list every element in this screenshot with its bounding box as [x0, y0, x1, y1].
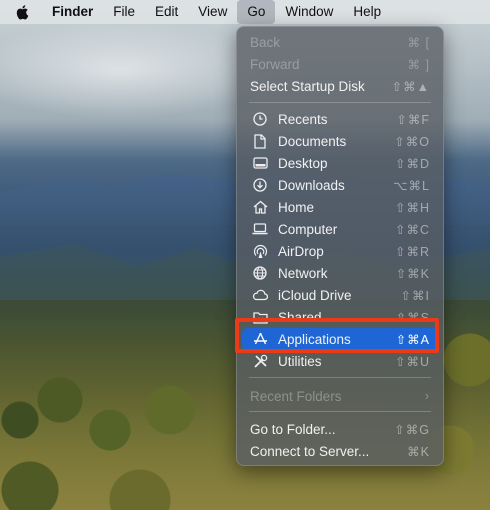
- menu-view[interactable]: View: [188, 0, 237, 24]
- menu-item-label: Computer: [278, 221, 338, 237]
- globe-icon: [252, 265, 268, 281]
- menu-finder[interactable]: Finder: [50, 0, 103, 24]
- shortcut-label: ⌘ [: [407, 35, 430, 50]
- home-icon: [252, 199, 268, 215]
- menu-item-forward[interactable]: Forward ⌘ ]: [242, 53, 438, 75]
- shortcut-label: ⇧⌘K: [395, 266, 430, 281]
- cloud-icon: [252, 287, 268, 303]
- shortcut-label: ⇧⌘U: [394, 354, 430, 369]
- shortcut-label: ⇧⌘▲: [391, 79, 430, 94]
- menu-item-label: Forward: [250, 56, 300, 72]
- menu-item-label: AirDrop: [278, 243, 324, 259]
- menu-bar: Finder File Edit View Go Window Help: [0, 0, 490, 24]
- menu-item-select-startup-disk[interactable]: Select Startup Disk ⇧⌘▲: [242, 75, 438, 97]
- download-icon: [252, 177, 268, 193]
- menu-item-desktop[interactable]: Desktop ⇧⌘D: [242, 152, 438, 174]
- menu-item-label: Go to Folder...: [250, 421, 336, 437]
- menu-item-label: Documents: [278, 133, 347, 149]
- menu-item-airdrop[interactable]: AirDrop ⇧⌘R: [242, 240, 438, 262]
- apple-logo-icon[interactable]: [14, 0, 30, 24]
- menu-item-label: Back: [250, 34, 281, 50]
- menu-separator: [249, 377, 431, 378]
- menu-item-utilities[interactable]: Utilities ⇧⌘U: [242, 350, 438, 372]
- menu-go[interactable]: Go: [237, 0, 276, 24]
- laptop-icon: [252, 221, 268, 237]
- shortcut-label: ⇧⌘O: [394, 134, 430, 149]
- shortcut-label: ⌘ ]: [407, 57, 430, 72]
- menu-item-back[interactable]: Back ⌘ [: [242, 31, 438, 53]
- menu-item-network[interactable]: Network ⇧⌘K: [242, 262, 438, 284]
- shortcut-label: ⌥⌘L: [393, 178, 430, 193]
- shortcut-label: ⇧⌘D: [394, 156, 430, 171]
- airdrop-icon: [252, 243, 268, 259]
- shortcut-label: ⇧⌘H: [394, 200, 430, 215]
- menu-item-label: Recent Folders: [250, 388, 342, 404]
- menu-file[interactable]: File: [103, 0, 145, 24]
- menu-window[interactable]: Window: [275, 0, 343, 24]
- menu-item-label: Home: [278, 199, 315, 215]
- menu-separator: [249, 411, 431, 412]
- shortcut-label: ⌘K: [407, 444, 430, 459]
- menu-item-icloud-drive[interactable]: iCloud Drive ⇧⌘I: [242, 284, 438, 306]
- menu-item-label: Recents: [278, 111, 328, 127]
- shortcut-label: ⇧⌘R: [394, 244, 430, 259]
- document-icon: [252, 133, 268, 149]
- utilities-icon: [252, 353, 268, 369]
- menu-item-label: Desktop: [278, 155, 328, 171]
- menu-item-label: Select Startup Disk: [250, 78, 365, 94]
- menu-item-recent-folders[interactable]: Recent Folders ›: [242, 385, 438, 407]
- menu-help[interactable]: Help: [343, 0, 391, 24]
- menu-item-recents[interactable]: Recents ⇧⌘F: [242, 108, 438, 130]
- clock-icon: [252, 111, 268, 127]
- menu-item-documents[interactable]: Documents ⇧⌘O: [242, 130, 438, 152]
- shortcut-label: ⇧⌘C: [394, 222, 430, 237]
- menu-item-label: Connect to Server...: [250, 443, 370, 459]
- desktop-icon: [252, 155, 268, 171]
- go-menu-dropdown: Back ⌘ [ Forward ⌘ ] Select Startup Disk…: [236, 26, 444, 466]
- menu-separator: [249, 102, 431, 103]
- menu-item-go-to-folder[interactable]: Go to Folder... ⇧⌘G: [242, 418, 438, 440]
- menu-item-computer[interactable]: Computer ⇧⌘C: [242, 218, 438, 240]
- shortcut-label: ⇧⌘F: [396, 112, 430, 127]
- shortcut-label: ⇧⌘G: [394, 422, 430, 437]
- menu-item-label: Downloads: [278, 177, 345, 193]
- callout-highlight: [235, 318, 439, 353]
- menu-item-label: iCloud Drive: [278, 287, 352, 303]
- chevron-right-icon: ›: [424, 389, 430, 403]
- menu-edit[interactable]: Edit: [145, 0, 188, 24]
- menu-item-label: Utilities: [278, 353, 322, 369]
- menu-item-label: Network: [278, 265, 328, 281]
- menu-item-home[interactable]: Home ⇧⌘H: [242, 196, 438, 218]
- menu-item-downloads[interactable]: Downloads ⌥⌘L: [242, 174, 438, 196]
- menu-item-connect-to-server[interactable]: Connect to Server... ⌘K: [242, 440, 438, 462]
- shortcut-label: ⇧⌘I: [400, 288, 430, 303]
